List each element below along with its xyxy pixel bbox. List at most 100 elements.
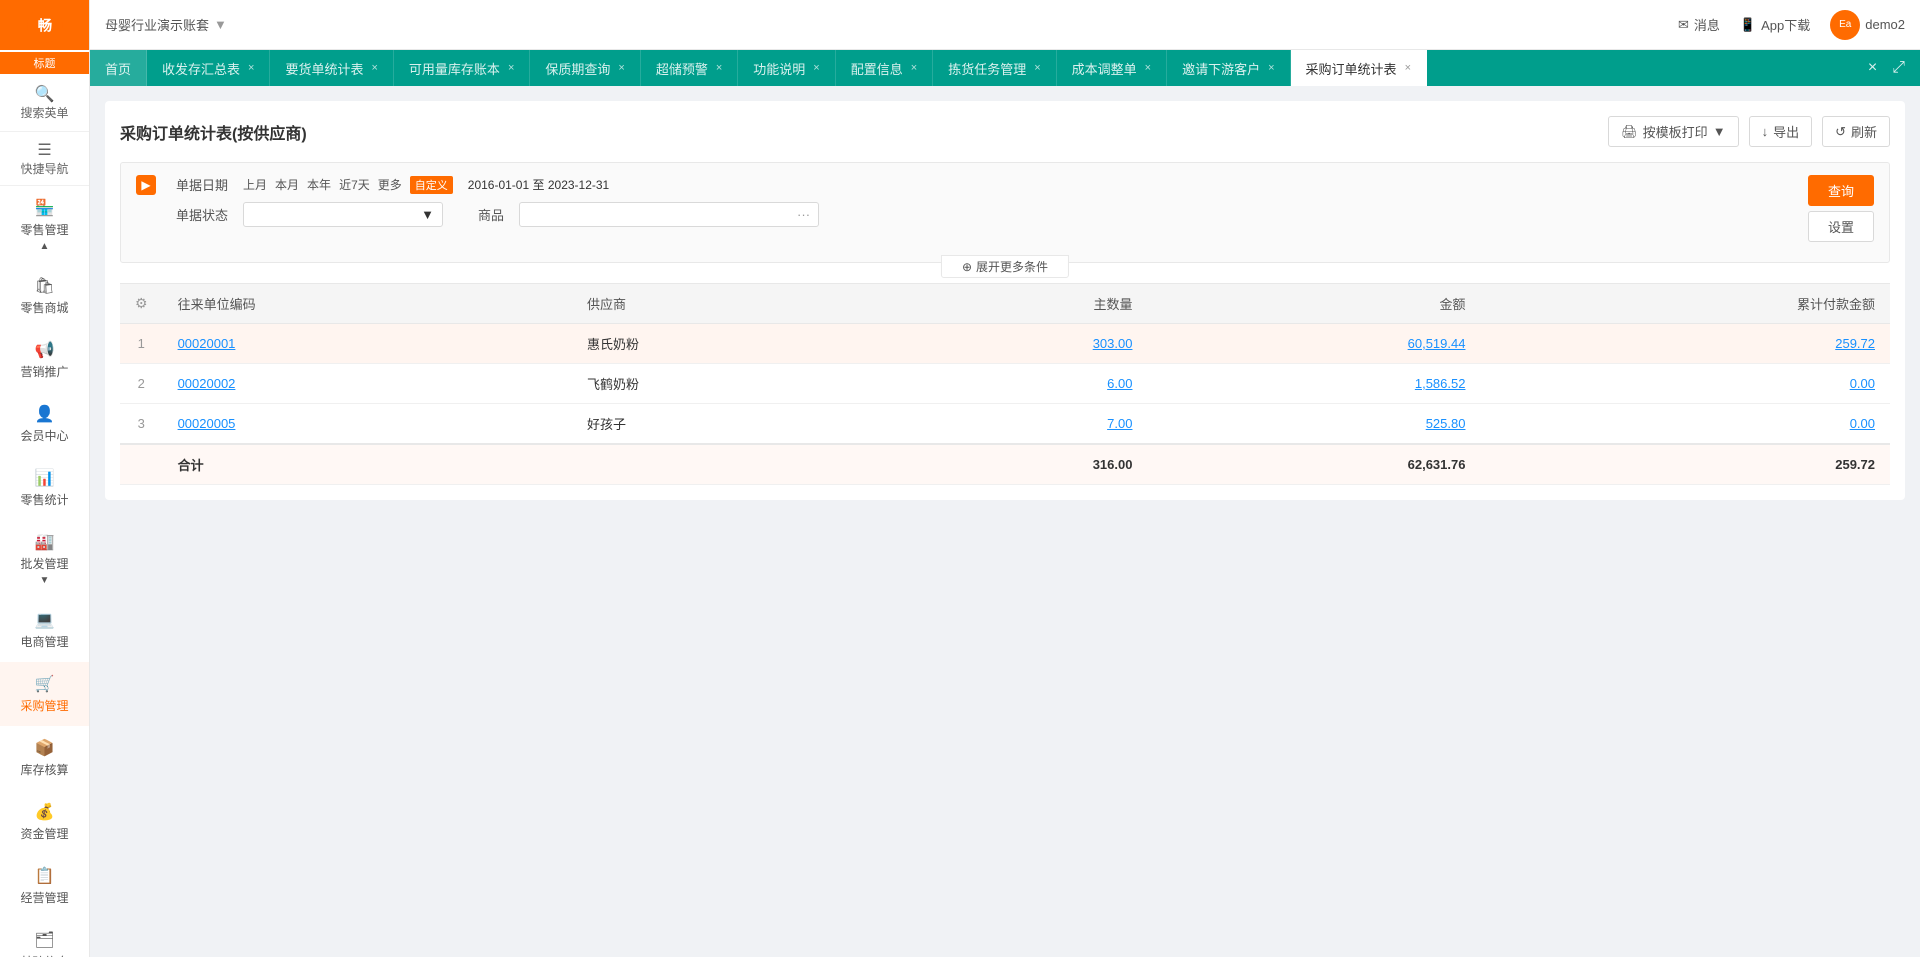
sidebar-item-search[interactable]: 🔍 搜索英单 [0,74,89,132]
sidebar-item-retail-shop[interactable]: 🛍 零售商城 [0,264,89,328]
shortcut-this-year[interactable]: 本年 [307,176,331,193]
tab-invite-downstream[interactable]: 邀请下游客户 × [1167,50,1290,86]
expand-more-button[interactable]: ⊕ 展开更多条件 [941,255,1069,278]
table-row[interactable]: 1 00020001 惠氏奶粉 303.00 60,519.44 259.72 [120,324,1890,364]
sidebar-item-quicknav[interactable]: ☰ 快捷导航 [0,132,89,186]
maximize-button[interactable]: ⤢ [1887,59,1910,77]
wholesale-arrow: ▼ [40,575,50,586]
row-paid-amount[interactable]: 0.00 [1480,404,1890,445]
collapse-filter-button[interactable]: ▶ [136,175,156,195]
row-unit-code[interactable]: 00020005 [163,404,572,445]
row-paid-amount[interactable]: 259.72 [1480,324,1890,364]
tab-pick-task[interactable]: 拣货任务管理 × [933,50,1056,86]
tab-close-collect-pay[interactable]: × [248,62,254,74]
row-main-qty[interactable]: 6.00 [883,364,1147,404]
tab-func-desc[interactable]: 功能说明 × [738,50,835,86]
tab-expiry-query[interactable]: 保质期查询 × [530,50,640,86]
column-settings-icon[interactable]: ⚙ [135,295,148,311]
settings-button[interactable]: 设置 [1808,211,1874,242]
status-select[interactable]: ▼ [243,202,443,227]
shortcut-last-month[interactable]: 上月 [243,176,267,193]
shortcut-this-month[interactable]: 本月 [275,176,299,193]
sidebar-item-finance[interactable]: 💰 资金管理 [0,790,89,854]
refresh-button[interactable]: ↺ 刷新 [1822,116,1890,147]
content-area: 采购订单统计表(按供应商) 🖨 按模板打印 ▼ ↓ 导出 ↺ 刷新 [90,86,1920,957]
goods-more-icon: ··· [797,207,810,222]
workspace-selector[interactable]: 母婴行业演示账套 ▼ [105,15,1668,34]
tab-close-expiry-query[interactable]: × [618,62,624,74]
export-button[interactable]: ↓ 导出 [1749,116,1813,147]
tabbar: 首页 收发存汇总表 × 要货单统计表 × 可用量库存账本 × 保质期查询 × 超… [90,50,1920,86]
row-amount[interactable]: 60,519.44 [1147,324,1480,364]
tab-close-goods-stat[interactable]: × [371,62,377,74]
page-title: 采购订单统计表(按供应商) [120,120,307,144]
footer-paid-amount: 259.72 [1480,444,1890,485]
row-index: 2 [120,364,163,404]
tab-close-usable-stock[interactable]: × [508,62,514,74]
tab-cost-adjust[interactable]: 成本调整单 × [1057,50,1167,86]
logo-area: 畅 [0,0,89,50]
row-supplier: 惠氏奶粉 [572,324,883,364]
goods-input[interactable]: ··· [519,202,819,227]
tab-close-cost-adjust[interactable]: × [1145,62,1151,74]
tab-usable-stock[interactable]: 可用量库存账本 × [394,50,530,86]
goods-label: 商品 [478,205,504,224]
tab-close-invite-downstream[interactable]: × [1268,62,1274,74]
query-button[interactable]: 查询 [1808,175,1874,206]
filter-row-2: 单据状态 ▼ 商品 ··· [176,202,1788,227]
row-unit-code[interactable]: 00020002 [163,364,572,404]
row-amount[interactable]: 1,586.52 [1147,364,1480,404]
tab-close-purchase-stat[interactable]: × [1405,62,1411,74]
table-row[interactable]: 2 00020002 飞鹤奶粉 6.00 1,586.52 0.00 [120,364,1890,404]
row-amount[interactable]: 525.80 [1147,404,1480,445]
sidebar-item-retail[interactable]: 🏪 零售管理 ▲ [0,186,89,264]
sidebar-item-marketing[interactable]: 📢 营销推广 [0,328,89,392]
row-unit-code[interactable]: 00020001 [163,324,572,364]
sidebar-item-ecom[interactable]: 💻 电商管理 [0,598,89,662]
main-area: 母婴行业演示账套 ▼ ✉ 消息 📱 App下载 Ea demo2 首页 [90,0,1920,957]
tab-overstock[interactable]: 超储预警 × [641,50,738,86]
sidebar-item-inventory[interactable]: 📦 库存核算 [0,726,89,790]
tab-config-info[interactable]: 配置信息 × [836,50,933,86]
custom-date-badge[interactable]: 自定义 [410,176,453,194]
tab-close-pick-task[interactable]: × [1034,62,1040,74]
row-paid-amount[interactable]: 0.00 [1480,364,1890,404]
user-profile[interactable]: Ea demo2 [1830,10,1905,40]
tab-goods-stat[interactable]: 要货单统计表 × [270,50,393,86]
sidebar-item-purchase[interactable]: 🛒 采购管理 [0,662,89,726]
tab-close-func-desc[interactable]: × [813,62,819,74]
filter-area: ▶ 单据日期 上月 本月 本年 近7天 更多 自定义 [120,162,1890,263]
tab-collect-pay[interactable]: 收发存汇总表 × [147,50,270,86]
table-area: ⚙ 往来单位编码 供应商 主数量 金额 累计付款金额 1 00020001 惠氏… [120,283,1890,485]
row-index: 3 [120,404,163,445]
export-icon: ↓ [1762,124,1769,139]
col-header-main-qty: 主数量 [883,284,1147,324]
row-main-qty[interactable]: 7.00 [883,404,1147,445]
sidebar-item-basic[interactable]: 🗂 基础信息 [0,918,89,957]
print-button[interactable]: 🖨 按模板打印 ▼ [1608,116,1738,147]
app-download-button[interactable]: 📱 App下载 [1740,15,1810,34]
tab-close-config-info[interactable]: × [911,62,917,74]
sidebar-item-member[interactable]: 👤 会员中心 [0,392,89,456]
filter-actions: 查询 设置 [1808,175,1874,242]
topbar-right: ✉ 消息 📱 App下载 Ea demo2 [1678,10,1905,40]
tab-close-overstock[interactable]: × [716,62,722,74]
tab-purchase-stat[interactable]: 采购订单统计表 × [1291,50,1427,86]
shortcut-7days[interactable]: 近7天 [339,176,370,193]
status-dropdown-icon: ▼ [421,207,434,222]
close-all-tabs-button[interactable]: × [1863,59,1882,77]
sidebar-item-ops[interactable]: 📋 经营管理 [0,854,89,918]
retail-arrow: ▲ [40,241,50,252]
shortcut-more[interactable]: 更多 [378,176,402,193]
row-supplier: 好孩子 [572,404,883,445]
tab-home[interactable]: 首页 [90,50,147,86]
workspace-label: 母婴行业演示账套 [105,15,209,34]
table-footer-row: 合计 316.00 62,631.76 259.72 [120,444,1890,485]
sidebar-item-retail-stat[interactable]: 📊 零售统计 [0,456,89,520]
row-main-qty[interactable]: 303.00 [883,324,1147,364]
message-button[interactable]: ✉ 消息 [1678,15,1720,34]
col-header-unit-code: 往来单位编码 [163,284,572,324]
avatar: Ea [1830,10,1860,40]
sidebar-item-wholesale[interactable]: 🏭 批发管理 ▼ [0,520,89,598]
table-row[interactable]: 3 00020005 好孩子 7.00 525.80 0.00 [120,404,1890,445]
